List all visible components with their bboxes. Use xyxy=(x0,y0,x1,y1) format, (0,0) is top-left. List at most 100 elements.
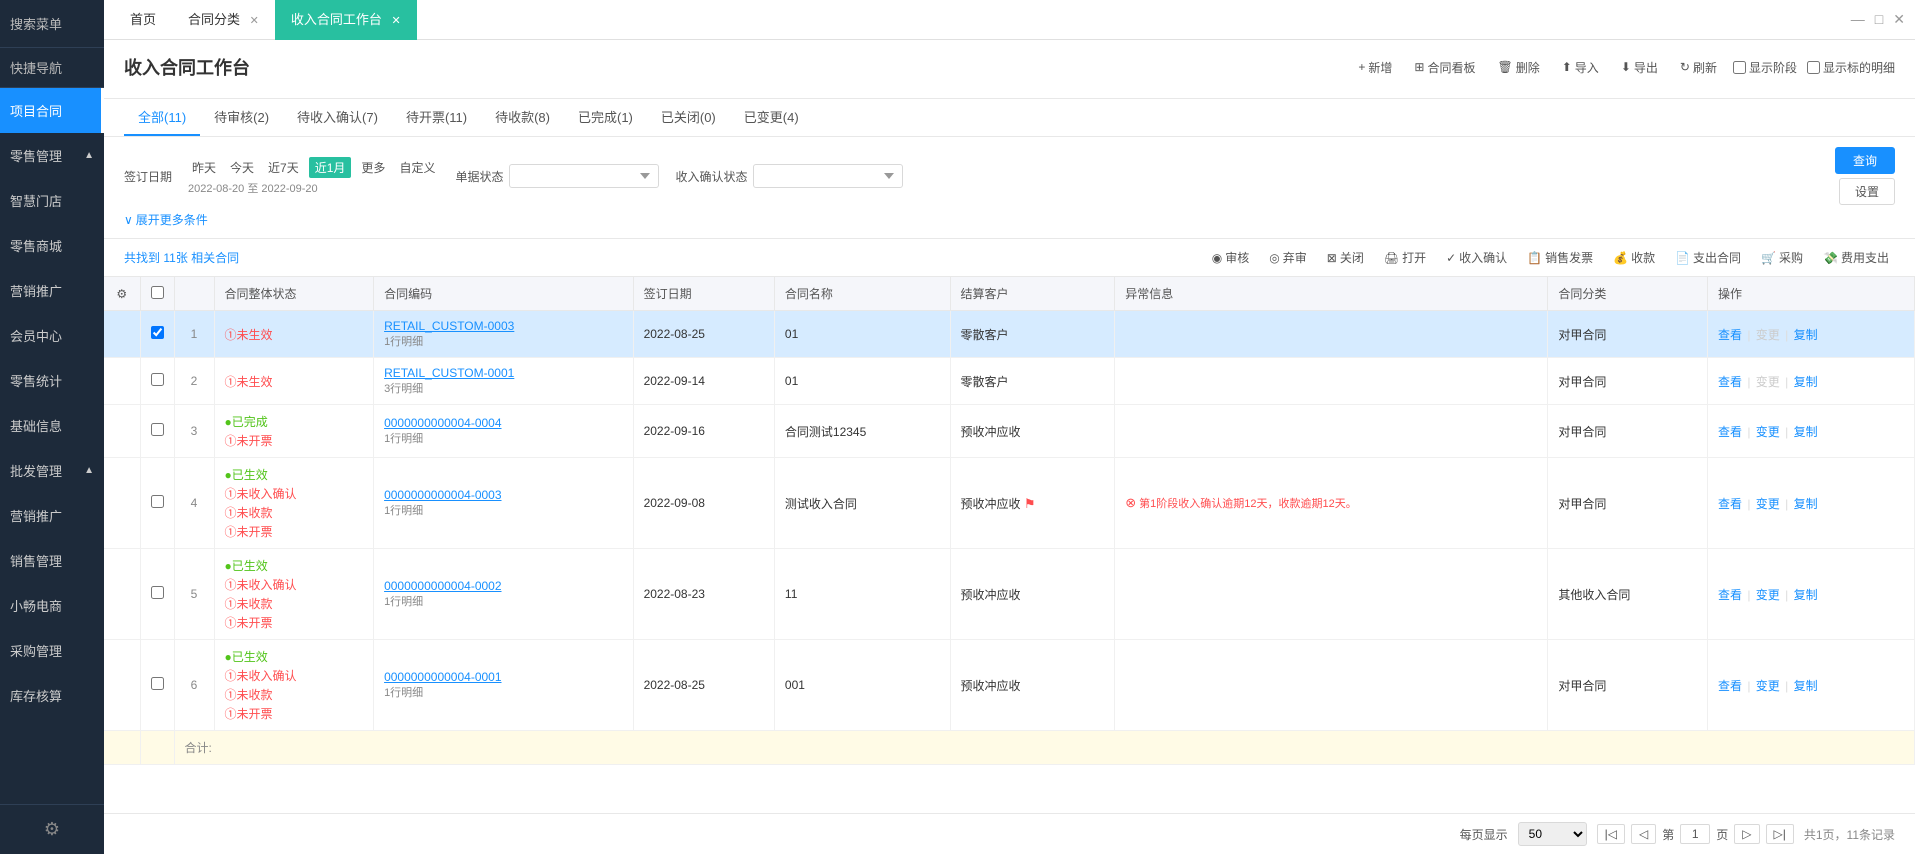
delete-button[interactable]: 🗑 删除 xyxy=(1491,56,1545,79)
sidebar-item-basic-info[interactable]: 基础信息 xyxy=(0,403,104,448)
income-confirm-button[interactable]: ✓ 收入确认 xyxy=(1440,247,1513,268)
expand-more-button[interactable]: ∨ 展开更多条件 xyxy=(124,211,1895,228)
expense-button[interactable]: 💸 费用支出 xyxy=(1817,247,1895,268)
contract-code-link[interactable]: 0000000000004-0001 xyxy=(384,670,623,684)
sidebar-item-retail-mall[interactable]: 零售商城 xyxy=(0,223,104,268)
contract-code-link[interactable]: 0000000000004-0003 xyxy=(384,488,623,502)
view-link[interactable]: 查看 xyxy=(1718,328,1742,342)
filter-tab-completed[interactable]: 已完成(1) xyxy=(564,99,647,136)
prev-page-button[interactable]: ◁ xyxy=(1631,824,1656,844)
sidebar-item-retail-mgmt[interactable]: 零售管理 ▲ xyxy=(0,133,104,178)
date-opt-custom[interactable]: 自定义 xyxy=(395,157,439,178)
refresh-button[interactable]: ↻ 刷新 xyxy=(1674,56,1723,79)
filter-tab-closed[interactable]: 已关闭(0) xyxy=(647,99,730,136)
row-checkbox[interactable] xyxy=(151,495,164,508)
gear-icon[interactable]: ⚙ xyxy=(44,819,60,840)
show-detail-checkbox[interactable] xyxy=(1807,61,1820,74)
date-opt-last7[interactable]: 近7天 xyxy=(264,157,303,178)
change-link[interactable]: 变更 xyxy=(1756,375,1780,389)
date-opt-more[interactable]: 更多 xyxy=(357,157,389,178)
col-settings[interactable]: ⚙ xyxy=(104,277,140,311)
first-page-button[interactable]: |◁ xyxy=(1597,824,1625,844)
date-opt-last1m[interactable]: 近1月 xyxy=(309,157,352,178)
query-button[interactable]: 查询 xyxy=(1835,147,1895,174)
last-page-button[interactable]: ▷| xyxy=(1766,824,1794,844)
setting-button[interactable]: 设置 xyxy=(1839,178,1895,205)
copy-link[interactable]: 复制 xyxy=(1794,375,1818,389)
copy-link[interactable]: 复制 xyxy=(1794,588,1818,602)
review-button[interactable]: ◉ 审核 xyxy=(1206,247,1256,268)
show-detail-checkbox-label[interactable]: 显示标的明细 xyxy=(1807,59,1895,76)
row-checkbox[interactable] xyxy=(151,423,164,436)
import-button[interactable]: ⬆ 导入 xyxy=(1556,56,1605,79)
filter-tab-changed[interactable]: 已变更(4) xyxy=(730,99,813,136)
minimize-icon[interactable]: — xyxy=(1851,11,1865,28)
outbound-contract-button[interactable]: 📄 支出合同 xyxy=(1669,247,1747,268)
filter-tab-pending-review[interactable]: 待审核(2) xyxy=(200,99,283,136)
sidebar-item-project-contract[interactable]: 项目合同 xyxy=(0,88,104,133)
income-confirm-select[interactable] xyxy=(753,164,903,188)
copy-link[interactable]: 复制 xyxy=(1794,679,1818,693)
filter-tab-pending-income-confirm[interactable]: 待收入确认(7) xyxy=(283,99,392,136)
sidebar-search[interactable]: 搜索菜单 xyxy=(0,0,104,48)
sidebar-item-wholesale-mgmt[interactable]: 批发管理 ▲ xyxy=(0,448,104,493)
date-opt-today[interactable]: 今天 xyxy=(226,157,258,178)
tab-income-workbench[interactable]: 收入合同工作台 ✕ xyxy=(275,0,417,40)
row-checkbox[interactable] xyxy=(151,677,164,690)
sidebar-item-purchase-mgmt[interactable]: 采购管理 xyxy=(0,628,104,673)
contract-board-button[interactable]: ⊞ 合同看板 xyxy=(1408,56,1481,79)
change-link[interactable]: 变更 xyxy=(1756,679,1780,693)
copy-link[interactable]: 复制 xyxy=(1794,328,1818,342)
sidebar-item-xiao-ecom[interactable]: 小畅电商 xyxy=(0,583,104,628)
close-icon[interactable]: ✕ xyxy=(1893,11,1905,28)
sidebar-item-retail-stats[interactable]: 零售统计 xyxy=(0,358,104,403)
per-page-select[interactable]: 50 20 100 xyxy=(1518,822,1587,846)
add-button[interactable]: + 新增 xyxy=(1352,56,1398,79)
next-page-button[interactable]: ▷ xyxy=(1734,824,1759,844)
tab-home[interactable]: 首页 xyxy=(114,0,172,40)
sidebar-item-marketing[interactable]: 营销推广 xyxy=(0,268,104,313)
maximize-icon[interactable]: □ xyxy=(1875,11,1883,28)
tab-contract-cat[interactable]: 合同分类 ✕ xyxy=(172,0,275,40)
sidebar-item-member-center[interactable]: 会员中心 xyxy=(0,313,104,358)
contract-code-link[interactable]: 0000000000004-0002 xyxy=(384,579,623,593)
show-segment-checkbox-label[interactable]: 显示阶段 xyxy=(1733,59,1797,76)
select-all-checkbox[interactable] xyxy=(151,286,164,299)
contract-code-link[interactable]: 0000000000004-0004 xyxy=(384,416,623,430)
print-button[interactable]: 🖨 打开 xyxy=(1378,247,1432,268)
sidebar-quick-nav[interactable]: 快捷导航 xyxy=(0,48,104,88)
sidebar-item-marketing2[interactable]: 营销推广 xyxy=(0,493,104,538)
date-opt-yesterday[interactable]: 昨天 xyxy=(188,157,220,178)
view-link[interactable]: 查看 xyxy=(1718,497,1742,511)
export-button[interactable]: ⬇ 导出 xyxy=(1615,56,1664,79)
change-link[interactable]: 变更 xyxy=(1756,497,1780,511)
view-link[interactable]: 查看 xyxy=(1718,425,1742,439)
filter-tab-pending-invoice[interactable]: 待开票(11) xyxy=(392,99,481,136)
filter-tab-all[interactable]: 全部(11) xyxy=(124,99,200,136)
sidebar-item-inventory[interactable]: 库存核算 xyxy=(0,673,104,718)
row-checkbox[interactable] xyxy=(151,326,164,339)
close-contract-cat-icon[interactable]: ✕ xyxy=(250,15,259,27)
contract-code-link[interactable]: RETAIL_CUSTOM-0003 xyxy=(384,319,623,333)
purchase-button[interactable]: 🛒 采购 xyxy=(1755,247,1809,268)
contract-code-link[interactable]: RETAIL_CUSTOM-0001 xyxy=(384,366,623,380)
filter-tab-pending-payment[interactable]: 待收款(8) xyxy=(481,99,564,136)
row-checkbox[interactable] xyxy=(151,373,164,386)
doc-status-select[interactable] xyxy=(509,164,659,188)
abandon-button[interactable]: ◎ 弃审 xyxy=(1263,247,1313,268)
change-link[interactable]: 变更 xyxy=(1756,425,1780,439)
view-link[interactable]: 查看 xyxy=(1718,679,1742,693)
view-link[interactable]: 查看 xyxy=(1718,588,1742,602)
close-contract-button[interactable]: ⊠ 关闭 xyxy=(1321,247,1370,268)
show-segment-checkbox[interactable] xyxy=(1733,61,1746,74)
change-link[interactable]: 变更 xyxy=(1756,328,1780,342)
copy-link[interactable]: 复制 xyxy=(1794,425,1818,439)
copy-link[interactable]: 复制 xyxy=(1794,497,1818,511)
close-income-workbench-icon[interactable]: ✕ xyxy=(392,15,401,27)
view-link[interactable]: 查看 xyxy=(1718,375,1742,389)
change-link[interactable]: 变更 xyxy=(1756,588,1780,602)
sidebar-item-sales-mgmt[interactable]: 销售管理 xyxy=(0,538,104,583)
row-checkbox[interactable] xyxy=(151,586,164,599)
sidebar-item-smart-store[interactable]: 智慧门店 xyxy=(0,178,104,223)
sales-invoice-button[interactable]: 📋 销售发票 xyxy=(1521,247,1599,268)
